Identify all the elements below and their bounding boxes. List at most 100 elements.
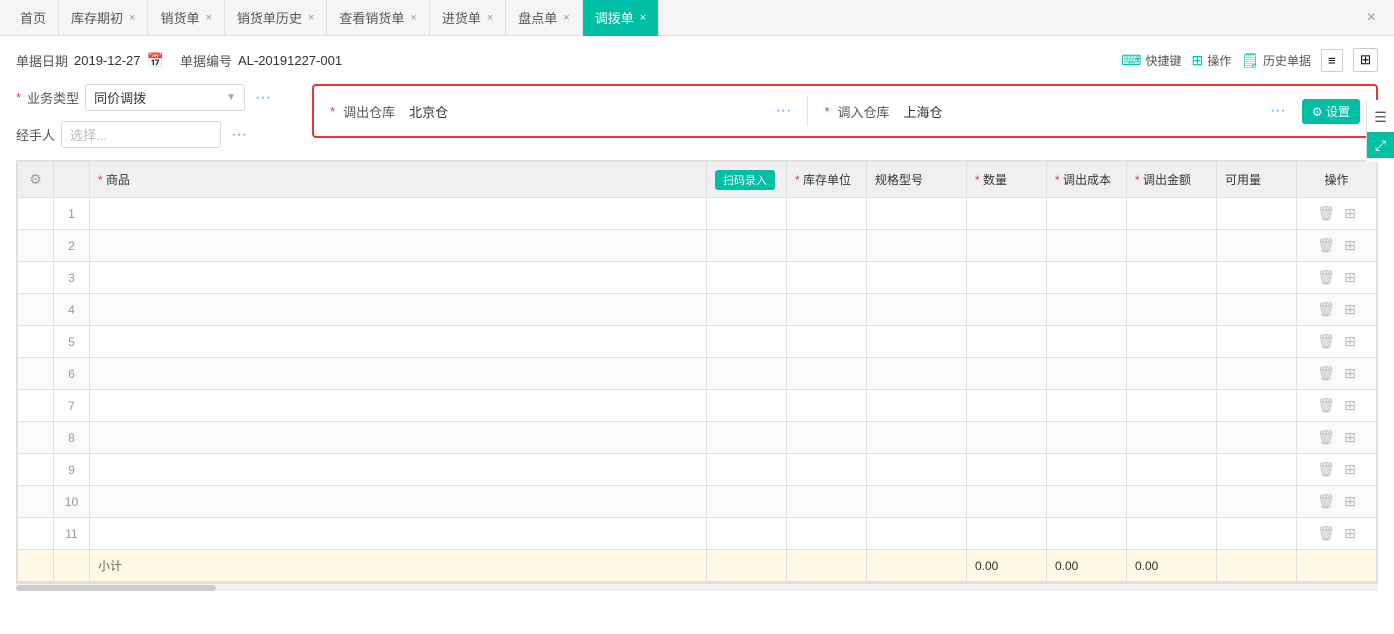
row-product-cell[interactable] — [90, 390, 707, 422]
copy-row-icon[interactable]: ⊞ — [1344, 429, 1356, 445]
row-product-cell[interactable] — [90, 422, 707, 454]
row-spec-cell[interactable] — [867, 422, 967, 454]
transfer-in-more-button[interactable]: ··· — [1270, 102, 1286, 120]
row-amount-cell[interactable] — [1127, 486, 1217, 518]
tab-sales-history[interactable]: 销货单历史 × — [225, 0, 327, 36]
business-type-select[interactable]: 同价调拨 ▼ — [85, 84, 245, 111]
sidebar-list-icon[interactable]: ☰ — [1368, 104, 1394, 130]
row-qty-cell[interactable] — [967, 454, 1047, 486]
row-unit-cell[interactable] — [787, 422, 867, 454]
row-cost-cell[interactable] — [1047, 422, 1127, 454]
row-qty-cell[interactable] — [967, 486, 1047, 518]
delete-row-icon[interactable]: 🗑 — [1317, 237, 1335, 253]
row-qty-cell[interactable] — [967, 326, 1047, 358]
operations-button[interactable]: ⊞ 操作 — [1192, 52, 1232, 69]
tab-inventory[interactable]: 盘点单 × — [506, 0, 582, 36]
tab-view-sales[interactable]: 查看销货单 × — [327, 0, 429, 36]
row-unit-cell[interactable] — [787, 198, 867, 230]
copy-row-icon[interactable]: ⊞ — [1344, 365, 1356, 381]
delete-row-icon[interactable]: 🗑 — [1317, 365, 1335, 381]
handler-more-button[interactable]: ··· — [231, 126, 247, 144]
delete-row-icon[interactable]: 🗑 — [1317, 525, 1335, 541]
transfer-out-more-button[interactable]: ··· — [775, 102, 791, 120]
row-amount-cell[interactable] — [1127, 326, 1217, 358]
tab-close-sales-order[interactable]: × — [205, 12, 211, 24]
row-product-cell[interactable] — [90, 518, 707, 550]
row-cost-cell[interactable] — [1047, 230, 1127, 262]
tab-close-inventory[interactable]: × — [563, 12, 569, 24]
row-product-cell[interactable] — [90, 326, 707, 358]
row-amount-cell[interactable] — [1127, 198, 1217, 230]
row-spec-cell[interactable] — [867, 262, 967, 294]
row-cost-cell[interactable] — [1047, 262, 1127, 294]
row-spec-cell[interactable] — [867, 358, 967, 390]
row-qty-cell[interactable] — [967, 390, 1047, 422]
row-cost-cell[interactable] — [1047, 198, 1127, 230]
tab-close-sales-history[interactable]: × — [308, 12, 314, 24]
scan-button[interactable]: 扫码录入 — [715, 170, 775, 190]
row-qty-cell[interactable] — [967, 294, 1047, 326]
row-spec-cell[interactable] — [867, 230, 967, 262]
row-unit-cell[interactable] — [787, 454, 867, 486]
row-spec-cell[interactable] — [867, 390, 967, 422]
copy-row-icon[interactable]: ⊞ — [1344, 397, 1356, 413]
row-spec-cell[interactable] — [867, 294, 967, 326]
row-spec-cell[interactable] — [867, 198, 967, 230]
tab-transfer[interactable]: 调拨单 × — [583, 0, 659, 36]
tab-close-view-sales[interactable]: × — [410, 12, 416, 24]
tab-inventory-init[interactable]: 库存期初 × — [59, 0, 148, 36]
row-unit-cell[interactable] — [787, 518, 867, 550]
row-amount-cell[interactable] — [1127, 358, 1217, 390]
row-cost-cell[interactable] — [1047, 326, 1127, 358]
row-cost-cell[interactable] — [1047, 294, 1127, 326]
row-qty-cell[interactable] — [967, 198, 1047, 230]
copy-row-icon[interactable]: ⊞ — [1344, 525, 1356, 541]
copy-row-icon[interactable]: ⊞ — [1344, 269, 1356, 285]
row-product-cell[interactable] — [90, 294, 707, 326]
row-unit-cell[interactable] — [787, 230, 867, 262]
row-amount-cell[interactable] — [1127, 230, 1217, 262]
row-amount-cell[interactable] — [1127, 294, 1217, 326]
row-unit-cell[interactable] — [787, 358, 867, 390]
row-amount-cell[interactable] — [1127, 454, 1217, 486]
delete-row-icon[interactable]: 🗑 — [1317, 397, 1335, 413]
row-product-cell[interactable] — [90, 198, 707, 230]
row-cost-cell[interactable] — [1047, 518, 1127, 550]
copy-row-icon[interactable]: ⊞ — [1344, 333, 1356, 349]
scrollbar-thumb[interactable] — [16, 585, 216, 591]
delete-row-icon[interactable]: 🗑 — [1317, 429, 1335, 445]
row-amount-cell[interactable] — [1127, 422, 1217, 454]
horizontal-scrollbar[interactable] — [16, 583, 1378, 591]
tab-close-inventory-init[interactable]: × — [129, 12, 135, 24]
delete-row-icon[interactable]: 🗑 — [1317, 269, 1335, 285]
delete-row-icon[interactable]: 🗑 — [1317, 333, 1335, 349]
delete-row-icon[interactable]: 🗑 — [1317, 493, 1335, 509]
shortcuts-button[interactable]: ⌨ 快捷键 — [1121, 52, 1181, 69]
row-spec-cell[interactable] — [867, 454, 967, 486]
tab-close-transfer[interactable]: × — [640, 12, 646, 24]
row-unit-cell[interactable] — [787, 390, 867, 422]
row-amount-cell[interactable] — [1127, 390, 1217, 422]
row-cost-cell[interactable] — [1047, 358, 1127, 390]
row-cost-cell[interactable] — [1047, 454, 1127, 486]
row-spec-cell[interactable] — [867, 326, 967, 358]
handler-select[interactable]: 选择... — [61, 121, 221, 148]
row-spec-cell[interactable] — [867, 518, 967, 550]
copy-row-icon[interactable]: ⊞ — [1344, 461, 1356, 477]
row-amount-cell[interactable] — [1127, 262, 1217, 294]
row-qty-cell[interactable] — [967, 230, 1047, 262]
tab-close-purchase[interactable]: × — [487, 12, 493, 24]
tab-purchase[interactable]: 进货单 × — [430, 0, 506, 36]
row-unit-cell[interactable] — [787, 294, 867, 326]
copy-row-icon[interactable]: ⊞ — [1344, 301, 1356, 317]
tab-sales-order[interactable]: 销货单 × — [148, 0, 224, 36]
row-spec-cell[interactable] — [867, 486, 967, 518]
window-close-button[interactable]: × — [1357, 9, 1386, 27]
calendar-icon[interactable]: 📅 — [147, 52, 164, 69]
row-product-cell[interactable] — [90, 230, 707, 262]
layout-button-1[interactable]: ≡ — [1321, 49, 1343, 72]
delete-row-icon[interactable]: 🗑 — [1317, 301, 1335, 317]
row-qty-cell[interactable] — [967, 358, 1047, 390]
tab-home[interactable]: 首页 — [8, 0, 59, 36]
row-amount-cell[interactable] — [1127, 518, 1217, 550]
